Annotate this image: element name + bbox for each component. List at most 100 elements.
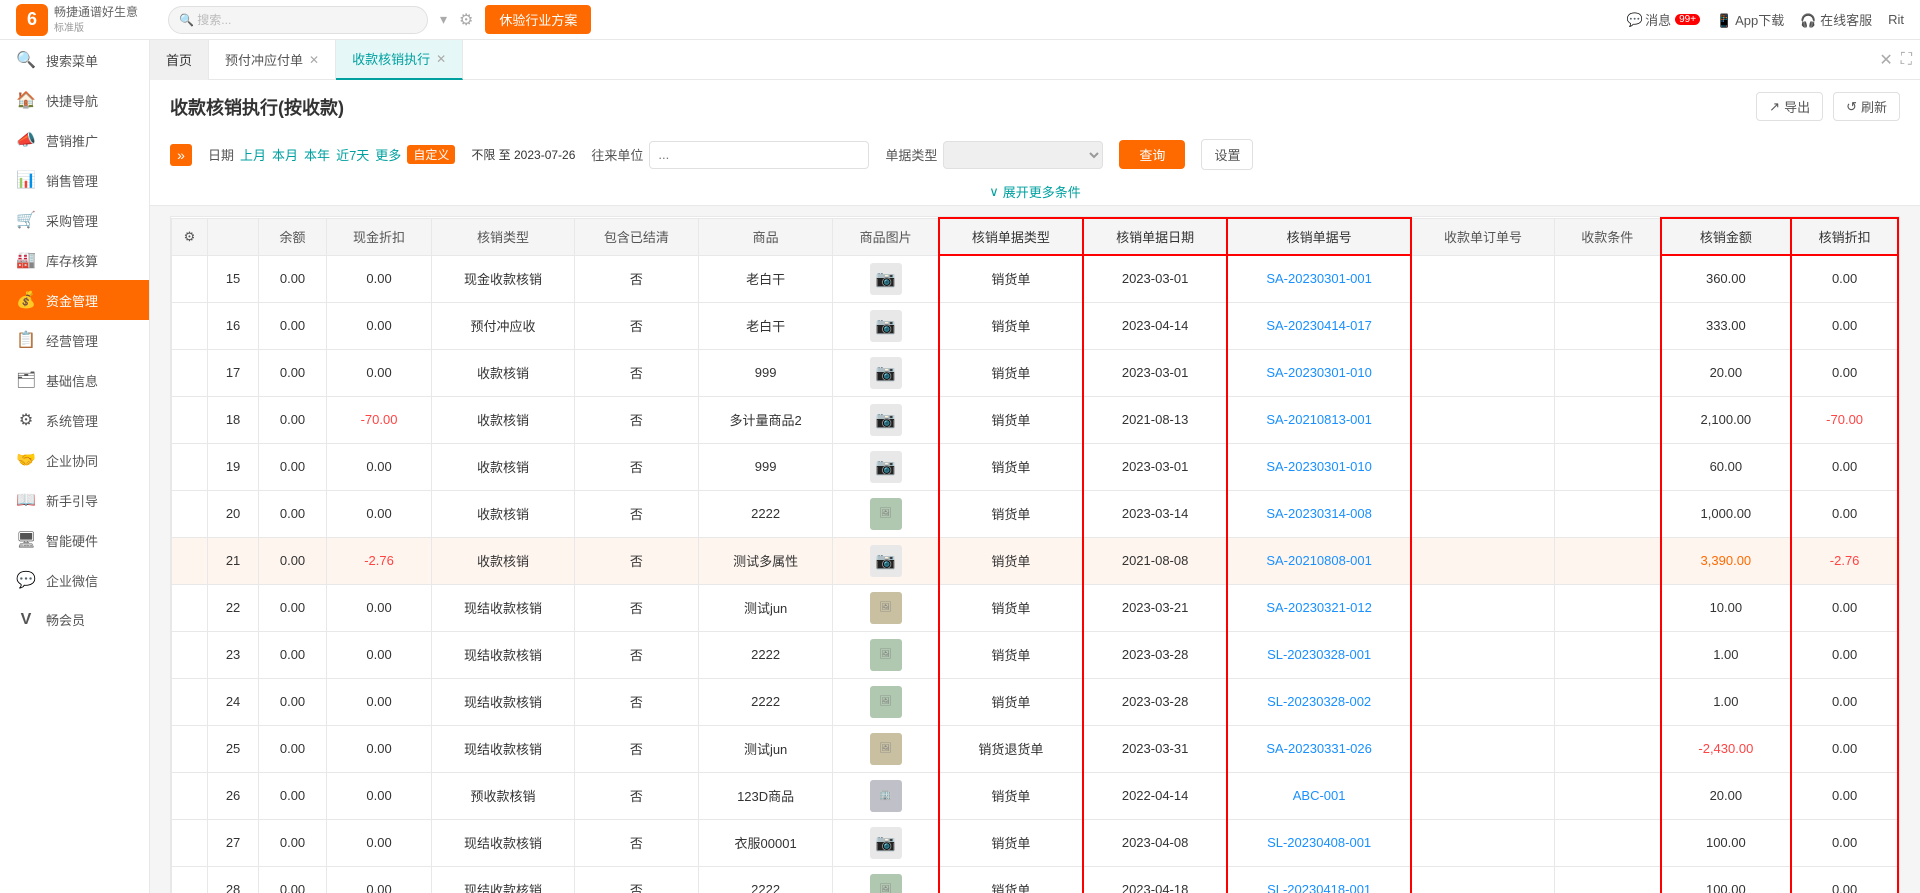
page-title: 收款核销执行(按收款) [170, 94, 344, 120]
bill-type-select[interactable] [943, 141, 1103, 169]
expand-more-icon: ∨ [989, 184, 999, 200]
cell-writeoff-amount: 60.00 [1661, 443, 1792, 490]
gear-icon[interactable]: ⚙ [459, 10, 473, 30]
date-7days[interactable]: 近7天 [336, 145, 369, 164]
bill-no-link[interactable]: ABC-001 [1293, 788, 1346, 803]
cell-cash-discount: 0.00 [326, 866, 431, 893]
cell-product-img: 🖼 [833, 631, 939, 678]
date-custom-btn[interactable]: 自定义 [407, 145, 455, 164]
cell-receipt-cond [1555, 866, 1661, 893]
sidebar-item-inventory[interactable]: 🏭 库存核算 [0, 240, 149, 280]
table-row: 22 0.00 0.00 现结收款核销 否 测试jun 🖼 销货单 2023-0… [172, 584, 1899, 631]
sidebar-item-finance[interactable]: 💰 资金管理 [0, 280, 149, 320]
cell-balance: 0.00 [259, 255, 327, 302]
operation-icon: 📋 [16, 330, 36, 350]
cell-receipt-order [1411, 302, 1554, 349]
sidebar-item-wechat[interactable]: 💬 企业微信 [0, 560, 149, 600]
bill-no-link[interactable]: SA-20210813-001 [1266, 412, 1372, 427]
export-button[interactable]: ↗ 导出 [1756, 92, 1823, 121]
sidebar-item-shortcut[interactable]: 🏠 快捷导航 [0, 80, 149, 120]
partner-input[interactable] [649, 141, 869, 169]
settings-button[interactable]: 设置 [1201, 139, 1253, 170]
bill-no-link[interactable]: SA-20230314-008 [1266, 506, 1372, 521]
bill-no-link[interactable]: SA-20230301-010 [1266, 365, 1372, 380]
cell-receipt-order [1411, 490, 1554, 537]
col-settings-icon[interactable]: ⚙ [184, 229, 196, 245]
notification-item[interactable]: 💬 消息 99+ [1627, 10, 1700, 29]
date-this-month[interactable]: 本月 [272, 145, 298, 164]
online-service-item[interactable]: 🎧 在线客服 [1800, 10, 1872, 29]
export-icon: ↗ [1769, 99, 1780, 115]
sidebar-item-sales[interactable]: 📊 销售管理 [0, 160, 149, 200]
cell-row-num: 19 [208, 443, 259, 490]
filter-expand-button[interactable]: » [170, 144, 192, 166]
product-image: 🖼 [870, 498, 902, 530]
th-settings[interactable]: ⚙ [172, 218, 208, 255]
cell-receipt-order [1411, 866, 1554, 893]
sidebar-item-member[interactable]: V 畅会员 [0, 600, 149, 639]
app-download-item[interactable]: 📱 App下载 [1716, 10, 1784, 29]
tab-prepay[interactable]: 预付冲应付单 ✕ [209, 40, 336, 80]
sidebar-item-operation[interactable]: 📋 经营管理 [0, 320, 149, 360]
sidebar-item-enterprise[interactable]: 🤝 企业协同 [0, 440, 149, 480]
th-writeoff-type: 核销类型 [432, 218, 575, 255]
cell-product-img: 📷 [833, 302, 939, 349]
bill-no-link[interactable]: SA-20230414-017 [1266, 318, 1372, 333]
tab-home[interactable]: 首页 [150, 40, 209, 80]
bill-no-link[interactable]: SL-20230328-002 [1267, 694, 1371, 709]
cell-writeoff-type: 收款核销 [432, 396, 575, 443]
query-button[interactable]: 查询 [1119, 140, 1185, 169]
sidebar-item-purchase[interactable]: 🛒 采购管理 [0, 200, 149, 240]
user-name[interactable]: Rit [1888, 12, 1904, 27]
th-bill-date: 核销单据日期 [1083, 218, 1227, 255]
cell-bill-type: 销货单 [939, 678, 1083, 725]
bill-no-link[interactable]: SA-20230331-026 [1266, 741, 1372, 756]
sidebar-item-marketing[interactable]: 📣 营销推广 [0, 120, 149, 160]
bill-no-link[interactable]: SA-20230301-001 [1266, 271, 1372, 286]
th-cash-discount: 现金折扣 [326, 218, 431, 255]
dropdown-icon[interactable]: ▾ [440, 11, 447, 28]
date-more[interactable]: 更多 [375, 145, 401, 164]
date-this-year[interactable]: 本年 [304, 145, 330, 164]
cell-cash-discount: 0.00 [326, 302, 431, 349]
bill-no-link[interactable]: SL-20230408-001 [1267, 835, 1371, 850]
bill-no-link[interactable]: SL-20230328-001 [1267, 647, 1371, 662]
cell-writeoff-amount: 100.00 [1661, 819, 1792, 866]
expand-tab-icon[interactable]: ⛶ [1901, 51, 1912, 69]
sidebar-item-guide[interactable]: 📖 新手引导 [0, 480, 149, 520]
cell-receipt-cond [1555, 443, 1661, 490]
sidebar-item-basic[interactable]: 🗂 基础信息 [0, 360, 149, 400]
cell-bill-type: 销货单 [939, 866, 1083, 893]
finance-icon: 💰 [16, 290, 36, 310]
bill-no-link[interactable]: SA-20230301-010 [1266, 459, 1372, 474]
sidebar-item-system[interactable]: ⚙ 系统管理 [0, 400, 149, 440]
cell-bill-type: 销货单 [939, 537, 1083, 584]
tab-prepay-close[interactable]: ✕ [309, 53, 319, 67]
cell-row-num: 17 [208, 349, 259, 396]
date-last-month[interactable]: 上月 [240, 145, 266, 164]
solution-button[interactable]: 休验行业方案 [485, 5, 591, 34]
bill-no-link[interactable]: SA-20210808-001 [1266, 553, 1372, 568]
sidebar-item-hardware[interactable]: 🖥 智能硬件 [0, 520, 149, 560]
cell-writeoff-amount: 1.00 [1661, 678, 1792, 725]
bill-no-link[interactable]: SL-20230418-001 [1267, 882, 1371, 893]
top-search[interactable]: 🔍 搜索... [168, 6, 428, 34]
tab-writeoff-close[interactable]: ✕ [436, 52, 446, 66]
cell-writeoff-discount: 0.00 [1791, 255, 1898, 302]
cell-bill-date: 2022-04-14 [1083, 772, 1227, 819]
product-image: 🖼 [870, 639, 902, 671]
search-icon: 🔍 [179, 13, 194, 27]
bill-no-link[interactable]: SA-20230321-012 [1266, 600, 1372, 615]
cell-writeoff-discount: 0.00 [1791, 631, 1898, 678]
th-bill-no: 核销单据号 [1227, 218, 1411, 255]
cell-bill-type: 销货单 [939, 396, 1083, 443]
cell-bill-type: 销货单 [939, 772, 1083, 819]
close-tab-icon[interactable]: ✕ [1879, 50, 1892, 70]
refresh-button[interactable]: ↺ 刷新 [1833, 92, 1900, 121]
expand-more-conditions[interactable]: ∨ 展开更多条件 [170, 178, 1900, 205]
cell-writeoff-type: 收款核销 [432, 537, 575, 584]
cell-balance: 0.00 [259, 396, 327, 443]
cell-balance: 0.00 [259, 866, 327, 893]
sidebar-item-search[interactable]: 🔍 搜索菜单 [0, 40, 149, 80]
tab-writeoff[interactable]: 收款核销执行 ✕ [336, 40, 463, 80]
